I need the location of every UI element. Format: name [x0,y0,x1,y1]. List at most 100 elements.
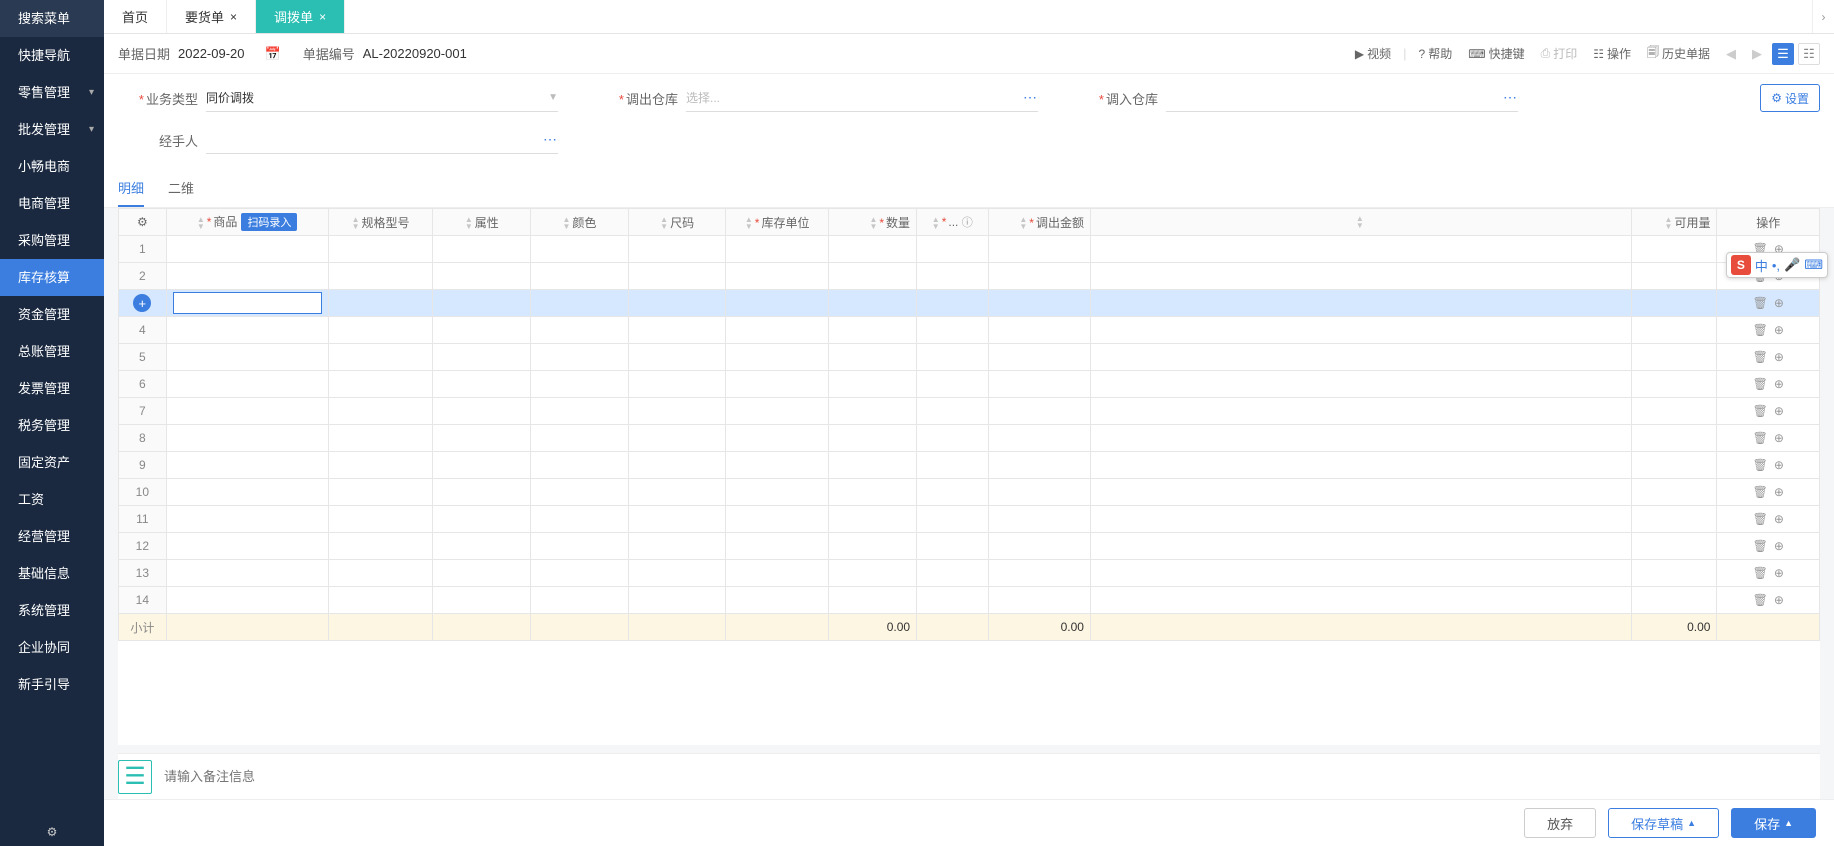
table-cell[interactable] [828,371,916,398]
table-cell[interactable] [988,479,1090,506]
table-cell[interactable] [917,452,988,479]
ime-mic-icon[interactable]: 🎤 [1784,257,1800,273]
table-cell[interactable] [531,371,629,398]
table-cell[interactable] [628,290,726,317]
table-cell[interactable] [726,290,828,317]
table-cell[interactable] [628,560,726,587]
table-cell[interactable] [917,479,988,506]
table-cell[interactable] [328,506,433,533]
sidebar-item[interactable]: 资金管理 [0,296,104,333]
sidebar-item[interactable]: 企业协同 [0,629,104,666]
table-cell[interactable] [1090,560,1631,587]
table-cell[interactable] [726,533,828,560]
subtab[interactable]: 二维 [168,170,194,207]
table-cell[interactable] [988,398,1090,425]
table-cell[interactable] [1631,236,1717,263]
save-draft-button[interactable]: 保存草稿▲ [1608,808,1719,838]
settings-button[interactable]: ⚙设置 [1760,84,1820,112]
table-row[interactable]: 1🗑⊕ [119,236,1820,263]
delete-row-icon[interactable]: 🗑 [1753,566,1768,580]
table-cell[interactable] [1090,452,1631,479]
table-cell[interactable] [988,533,1090,560]
table-cell[interactable] [828,425,916,452]
table-cell[interactable] [531,506,629,533]
table-cell[interactable] [628,587,726,614]
table-cell[interactable] [166,371,328,398]
copy-row-icon[interactable]: ⊕ [1774,593,1784,607]
table-cell[interactable] [988,263,1090,290]
table-cell[interactable] [828,317,916,344]
column-header[interactable]: 尺码 [628,209,726,236]
info-icon[interactable]: ⓘ [962,217,973,229]
table-cell[interactable] [433,587,531,614]
more-icon[interactable]: ⋯ [543,131,558,148]
hotkey-button[interactable]: ⌨ 快捷键 [1462,41,1530,66]
table-cell[interactable] [166,479,328,506]
remark-input[interactable] [164,769,1820,784]
table-cell[interactable] [726,425,828,452]
delete-row-icon[interactable]: 🗑 [1753,296,1768,310]
table-cell[interactable] [1090,290,1631,317]
calendar-icon[interactable]: 📅 [265,46,281,62]
sidebar-item[interactable]: 新手引导 [0,666,104,703]
copy-row-icon[interactable]: ⊕ [1774,458,1784,472]
table-cell[interactable] [1631,317,1717,344]
in-warehouse-select[interactable]: ⋯ [1166,84,1518,112]
table-cell[interactable] [1631,425,1717,452]
table-cell[interactable] [1090,344,1631,371]
delete-row-icon[interactable]: 🗑 [1753,323,1768,337]
table-cell[interactable] [531,344,629,371]
grid-settings-header[interactable]: ⚙ [119,209,167,236]
sidebar-item[interactable]: 基础信息 [0,555,104,592]
sidebar-item[interactable]: 零售管理▾ [0,74,104,111]
table-cell[interactable] [1631,533,1717,560]
table-cell[interactable] [1631,587,1717,614]
table-cell[interactable] [726,452,828,479]
table-cell[interactable] [628,533,726,560]
ime-widget[interactable]: S 中 •, 🎤 ⌨ [1726,252,1828,278]
table-cell[interactable] [988,317,1090,344]
table-cell[interactable] [828,344,916,371]
delete-row-icon[interactable]: 🗑 [1753,458,1768,472]
table-cell[interactable] [166,506,328,533]
table-cell[interactable] [628,506,726,533]
table-row[interactable]: +🗑⊕ [119,290,1820,317]
column-header[interactable]: *库存单位 [726,209,828,236]
table-cell[interactable] [433,371,531,398]
table-row[interactable]: 9🗑⊕ [119,452,1820,479]
table-cell[interactable] [988,344,1090,371]
table-cell[interactable] [328,290,433,317]
sidebar-item[interactable]: 发票管理 [0,370,104,407]
table-cell[interactable] [166,425,328,452]
table-cell[interactable] [917,290,988,317]
sidebar-item[interactable]: 系统管理 [0,592,104,629]
table-cell[interactable] [1090,371,1631,398]
table-row[interactable]: 7🗑⊕ [119,398,1820,425]
table-cell[interactable] [828,506,916,533]
tab[interactable]: 要货单× [167,0,256,33]
sort-icon[interactable] [1356,215,1364,229]
table-cell[interactable] [726,236,828,263]
table-cell[interactable] [1090,479,1631,506]
table-cell[interactable] [988,452,1090,479]
table-row[interactable]: 14🗑⊕ [119,587,1820,614]
scan-entry-tag[interactable]: 扫码录入 [241,213,297,231]
table-cell[interactable] [1090,236,1631,263]
copy-row-icon[interactable]: ⊕ [1774,404,1784,418]
history-button[interactable]: 🗐 历史单据 [1641,39,1716,68]
table-cell[interactable] [628,317,726,344]
copy-row-icon[interactable]: ⊕ [1774,323,1784,337]
table-cell[interactable] [917,560,988,587]
column-header[interactable]: 颜色 [531,209,629,236]
video-button[interactable]: ▶ 视频 [1349,41,1397,66]
table-cell[interactable] [166,344,328,371]
table-cell[interactable] [433,533,531,560]
table-cell[interactable] [726,398,828,425]
doc-date-value[interactable]: 2022-09-20 [178,46,245,61]
copy-row-icon[interactable]: ⊕ [1774,377,1784,391]
table-cell[interactable] [531,425,629,452]
table-cell[interactable] [726,317,828,344]
table-cell[interactable] [166,587,328,614]
table-cell[interactable] [433,344,531,371]
table-cell[interactable] [726,506,828,533]
